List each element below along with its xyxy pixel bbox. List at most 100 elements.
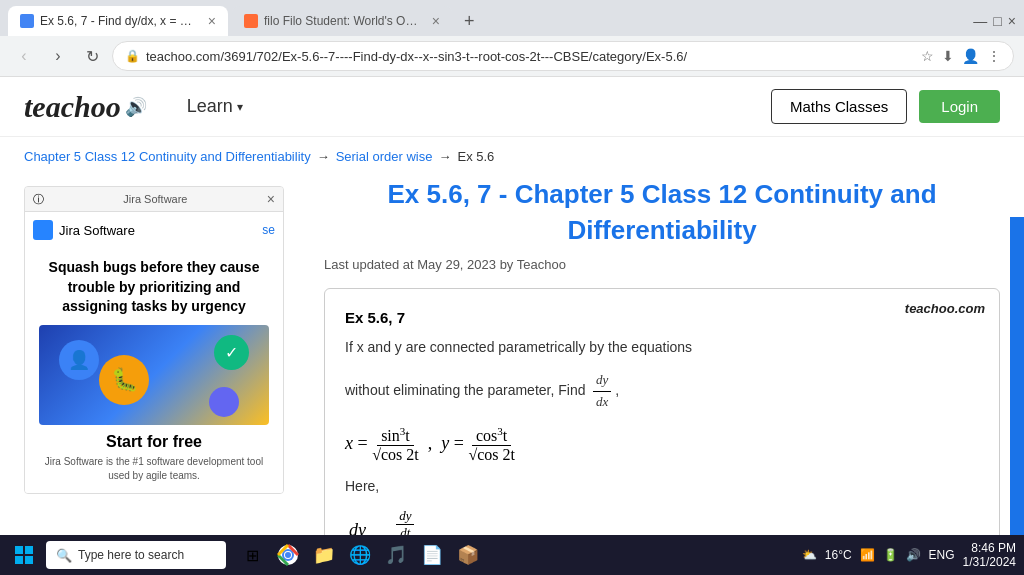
ad-image: 👤 🐛 ✓: [39, 325, 269, 425]
learn-label: Learn: [187, 96, 233, 117]
right-sidebar-bar: [1010, 217, 1024, 557]
sound-icon[interactable]: 🔊: [125, 96, 147, 118]
date-text: 1/31/2024: [963, 555, 1016, 569]
ad-figure4: [209, 387, 239, 417]
address-bar-icons: ☆ ⬇ 👤 ⋮: [921, 48, 1001, 64]
lock-icon: 🔒: [125, 49, 140, 63]
network-icon: 📶: [860, 548, 875, 562]
article-meta: Last updated at May 29, 2023 by Teachoo: [324, 257, 1000, 272]
browser-controls: ‹ › ↻ 🔒 teachoo.com/3691/702/Ex-5.6--7--…: [0, 36, 1024, 76]
page: teachoo 🔊 Learn ▾ Maths Classes Login Ch…: [0, 77, 1024, 575]
url-display: teachoo.com/3691/702/Ex-5.6--7----Find-d…: [146, 49, 687, 64]
inactive-tab[interactable]: filo Filo Student: World's Only Live ×: [232, 6, 452, 36]
math-here: Here,: [345, 478, 979, 494]
tab-close-button[interactable]: ×: [208, 13, 216, 29]
taskbar-explorer-icon[interactable]: 📁: [308, 539, 340, 571]
comma-label: ,: [615, 382, 619, 398]
breadcrumb-serial-link[interactable]: Serial order wise: [336, 149, 433, 164]
taskbar-search-icon: 🔍: [56, 548, 72, 563]
learn-nav-button[interactable]: Learn ▾: [187, 96, 243, 117]
tab-favicon: [20, 14, 34, 28]
math-text2: without eliminating the parameter, Find …: [345, 370, 979, 413]
math-formula: x = sin3t √cos 2t , y = cos3t √cos 2t: [345, 425, 979, 464]
tab-close-filo-button[interactable]: ×: [432, 13, 440, 29]
taskbar-right: ⛅ 16°C 📶 🔋 🔊 ENG 8:46 PM 1/31/2024: [802, 541, 1016, 569]
breadcrumb: Chapter 5 Class 12 Continuity and Differ…: [0, 137, 1024, 176]
ad-figure1: 👤: [59, 340, 99, 380]
article: Ex 5.6, 7 - Chapter 5 Class 12 Continuit…: [324, 176, 1000, 575]
svg-rect-1: [25, 546, 33, 554]
taskbar-acrobat-icon[interactable]: 📄: [416, 539, 448, 571]
taskbar-more-apps-icon[interactable]: 📦: [452, 539, 484, 571]
maximize-button[interactable]: □: [993, 13, 1001, 29]
ad-body: Squash bugs before they cause trouble by…: [25, 248, 283, 493]
taskbar-battery: 🔋: [883, 548, 898, 562]
ad-cta-text: Start for free: [39, 433, 269, 451]
forward-button[interactable]: ›: [44, 42, 72, 70]
taskbar: 🔍 Type here to search ⊞ 📁 🌐 🎵 📄 📦 ⛅ 16°C…: [0, 535, 1024, 575]
address-bar[interactable]: 🔒 teachoo.com/3691/702/Ex-5.6--7----Find…: [112, 41, 1014, 71]
math-text1-content: If x and y are connected parametrically …: [345, 339, 692, 355]
taskbar-edge-icon[interactable]: 🌐: [344, 539, 376, 571]
close-browser-button[interactable]: ×: [1008, 13, 1016, 29]
math-text1: If x and y are connected parametrically …: [345, 336, 979, 358]
maths-classes-button[interactable]: Maths Classes: [771, 89, 907, 124]
breadcrumb-arrow1: →: [317, 149, 330, 164]
ad-top-bar: ⓘ Jira Software ×: [25, 187, 283, 212]
weather-icon: ⛅: [802, 548, 817, 562]
taskbar-spotify-icon[interactable]: 🎵: [380, 539, 412, 571]
browser-chrome: Ex 5.6, 7 - Find dy/dx, x = sin^3 × filo…: [0, 0, 1024, 77]
ad-info-icon[interactable]: ⓘ: [33, 192, 44, 207]
breadcrumb-current: Ex 5.6: [457, 149, 494, 164]
taskbar-search-text: Type here to search: [78, 548, 184, 562]
taskbar-search-box[interactable]: 🔍 Type here to search: [46, 541, 226, 569]
ad-figure2: 🐛: [99, 355, 149, 405]
math-box: teachoo.com Ex 5.6, 7 If x and y are con…: [324, 288, 1000, 575]
profile-icon[interactable]: 👤: [962, 48, 979, 64]
temperature-display: 16°C: [825, 548, 852, 562]
ad-subtext: Jira Software is the #1 software develop…: [39, 455, 269, 483]
taskbar-time-display: 8:46 PM 1/31/2024: [963, 541, 1016, 569]
main-content: ⓘ Jira Software × Jira Software se Squas…: [0, 176, 1024, 575]
ad-container: ⓘ Jira Software × Jira Software se Squas…: [24, 186, 284, 494]
add-tab-button[interactable]: +: [456, 11, 483, 32]
login-button[interactable]: Login: [919, 90, 1000, 123]
windows-start-button[interactable]: [8, 539, 40, 571]
ad-label: Jira Software: [123, 193, 187, 205]
tab-bar: Ex 5.6, 7 - Find dy/dx, x = sin^3 × filo…: [0, 0, 1024, 36]
back-button[interactable]: ‹: [10, 42, 38, 70]
taskbar-icons: ⊞ 📁 🌐 🎵 📄 📦: [236, 539, 484, 571]
ad-se-label: se: [262, 223, 275, 237]
jira-logo-icon: [33, 220, 53, 240]
article-title: Ex 5.6, 7 - Chapter 5 Class 12 Continuit…: [324, 176, 1000, 249]
more-icon[interactable]: ⋮: [987, 48, 1001, 64]
ad-figure3: ✓: [214, 335, 249, 370]
left-panel: ⓘ Jira Software × Jira Software se Squas…: [24, 176, 304, 575]
taskbar-chrome-icon[interactable]: [272, 539, 304, 571]
tab-favicon-filo: [244, 14, 258, 28]
svg-rect-0: [15, 546, 23, 554]
breadcrumb-chapter-link[interactable]: Chapter 5 Class 12 Continuity and Differ…: [24, 149, 311, 164]
download-icon[interactable]: ⬇: [942, 48, 954, 64]
taskbar-view-button[interactable]: ⊞: [236, 539, 268, 571]
site-logo[interactable]: teachoo: [24, 90, 121, 124]
reload-button[interactable]: ↻: [78, 42, 106, 70]
ad-jira-header: Jira Software se: [25, 212, 283, 248]
site-header: teachoo 🔊 Learn ▾ Maths Classes Login: [0, 77, 1024, 137]
volume-icon: 🔊: [906, 548, 921, 562]
ad-close-button[interactable]: ×: [267, 191, 275, 207]
svg-rect-2: [15, 556, 23, 564]
bookmark-icon[interactable]: ☆: [921, 48, 934, 64]
tab-title: Ex 5.6, 7 - Find dy/dx, x = sin^3: [40, 14, 196, 28]
time-text: 8:46 PM: [963, 541, 1016, 555]
svg-rect-3: [25, 556, 33, 564]
learn-dropdown-arrow: ▾: [237, 100, 243, 114]
ad-title: Squash bugs before they cause trouble by…: [39, 258, 269, 317]
lang-label: ENG: [929, 548, 955, 562]
watermark: teachoo.com: [905, 301, 985, 316]
dy-dx-inline: dy dx: [589, 382, 615, 398]
tab-title-filo: filo Filo Student: World's Only Live: [264, 14, 420, 28]
jira-logo-text: Jira Software: [59, 223, 135, 238]
active-tab[interactable]: Ex 5.6, 7 - Find dy/dx, x = sin^3 ×: [8, 6, 228, 36]
minimize-button[interactable]: —: [973, 13, 987, 29]
